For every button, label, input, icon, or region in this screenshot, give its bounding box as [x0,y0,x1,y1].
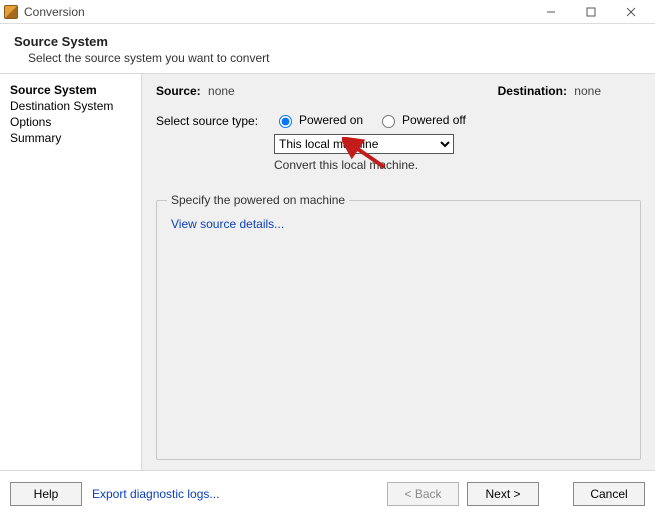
nav-step-summary[interactable]: Summary [10,130,137,146]
minimize-button[interactable] [531,1,571,23]
wizard-steps-nav: Source System Destination System Options… [0,74,142,470]
radio-powered-off[interactable]: Powered off [377,112,466,128]
source-value: none [208,84,235,98]
wizard-icon [4,5,18,19]
powered-on-machine-group: Specify the powered on machine View sour… [156,200,641,460]
group-legend: Specify the powered on machine [167,193,349,207]
window-title: Conversion [24,5,85,19]
source-machine-select[interactable]: This local machine [274,134,454,154]
select-source-type-label: Select source type: [156,112,266,128]
help-button[interactable]: Help [10,482,82,506]
nav-step-destination-system[interactable]: Destination System [10,98,137,114]
maximize-button[interactable] [571,1,611,23]
page-title: Source System [14,34,641,49]
cancel-button[interactable]: Cancel [573,482,645,506]
radio-powered-off-input[interactable] [382,115,395,128]
export-diagnostic-logs-link[interactable]: Export diagnostic logs... [92,487,219,501]
title-bar: Conversion [0,0,655,24]
source-label: Source: [156,84,201,98]
main-panel: Source: none Destination: none Select so… [142,74,655,470]
source-hint-text: Convert this local machine. [274,158,641,172]
nav-step-source-system[interactable]: Source System [10,82,137,98]
radio-powered-on-input[interactable] [279,115,292,128]
radio-powered-on-label: Powered on [299,113,363,127]
destination-label: Destination: [498,84,567,98]
close-button[interactable] [611,1,651,23]
page-subtitle: Select the source system you want to con… [28,51,641,65]
radio-powered-on[interactable]: Powered on [274,112,363,128]
wizard-footer: Help Export diagnostic logs... < Back Ne… [0,470,655,516]
destination-value: none [574,84,601,98]
wizard-header: Source System Select the source system y… [0,24,655,74]
nav-step-options[interactable]: Options [10,114,137,130]
view-source-details-link[interactable]: View source details... [171,217,284,231]
back-button[interactable]: < Back [387,482,459,506]
radio-powered-off-label: Powered off [402,113,466,127]
next-button[interactable]: Next > [467,482,539,506]
